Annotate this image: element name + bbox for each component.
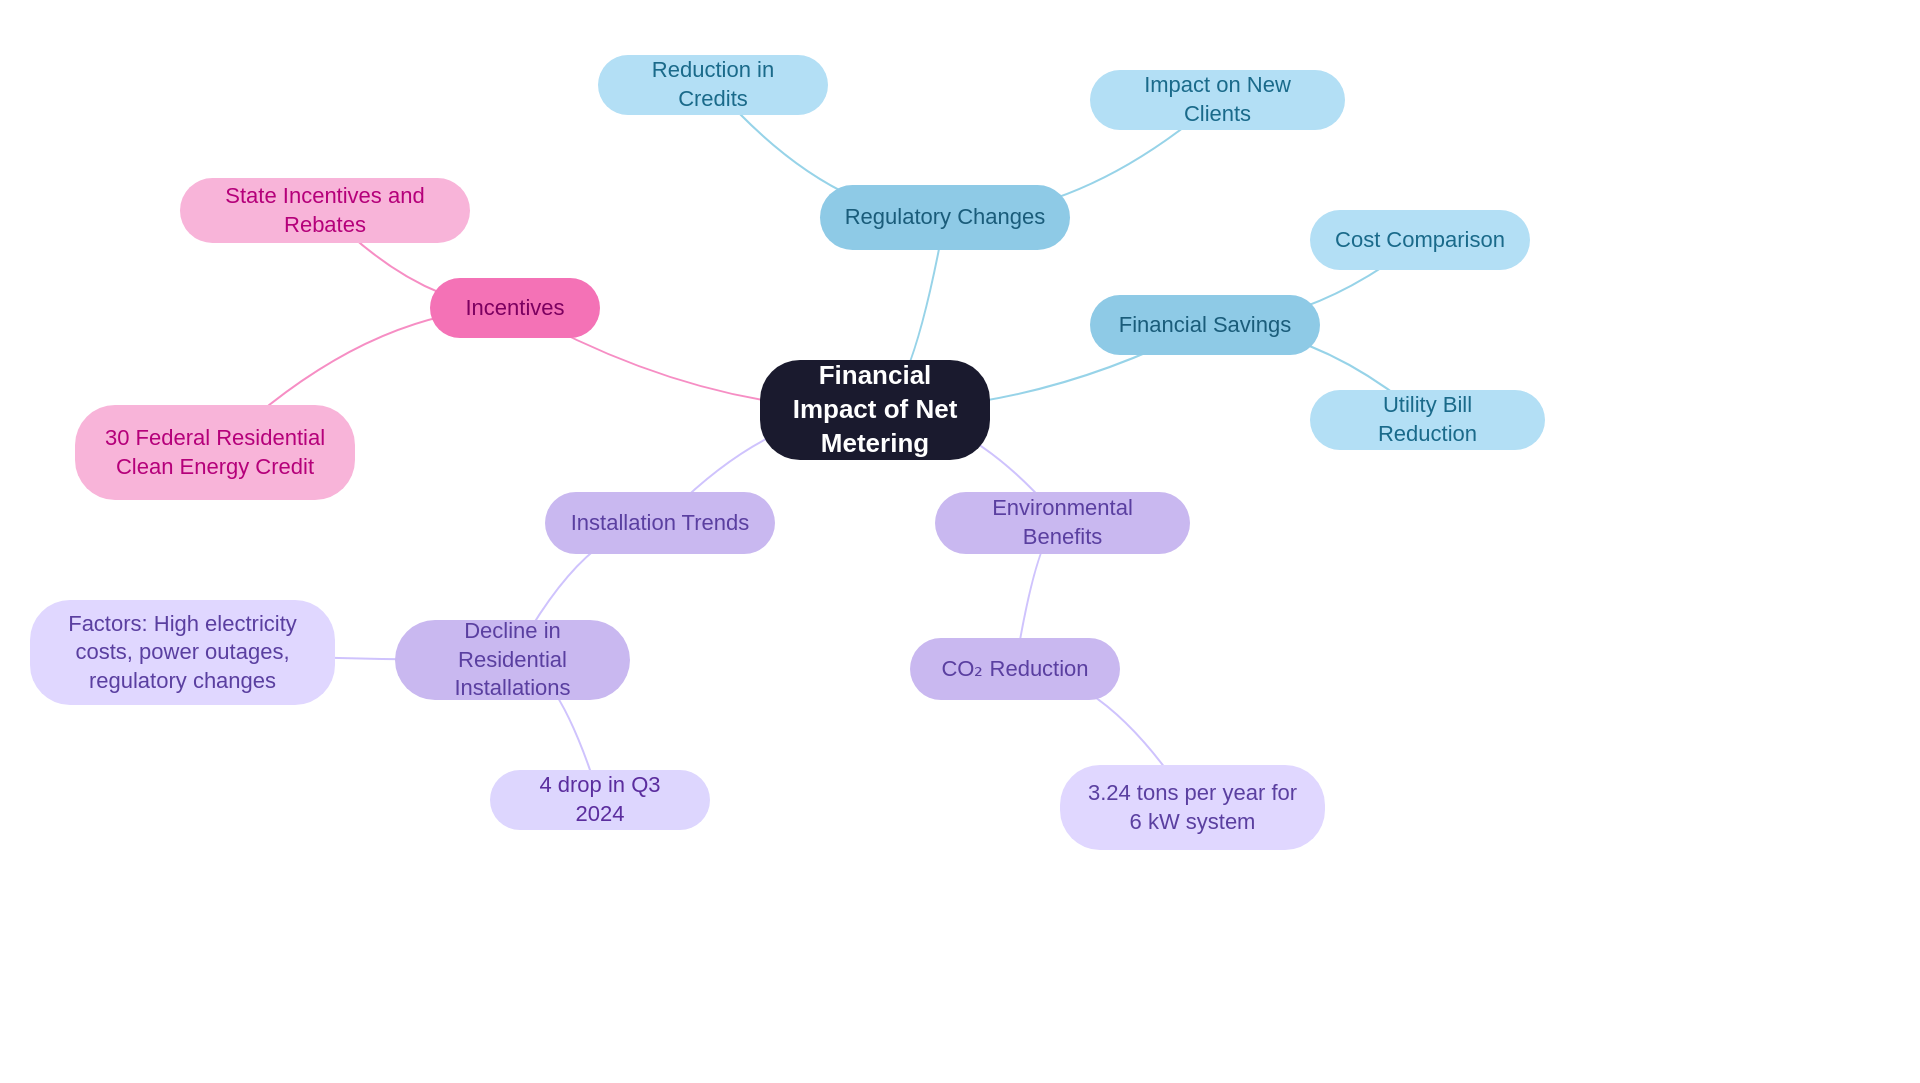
node-impact_on_new_clients[interactable]: Impact on New Clients xyxy=(1090,70,1345,130)
node-environmental_benefits[interactable]: Environmental Benefits xyxy=(935,492,1190,554)
node-drop_q3[interactable]: 4 drop in Q3 2024 xyxy=(490,770,710,830)
node-utility_bill_reduction[interactable]: Utility Bill Reduction xyxy=(1310,390,1545,450)
node-incentives[interactable]: Incentives xyxy=(430,278,600,338)
node-decline_residential[interactable]: Decline in Residential Installations xyxy=(395,620,630,700)
node-financial_savings[interactable]: Financial Savings xyxy=(1090,295,1320,355)
mindmap-container: Financial Impact of Net Metering Regulato… xyxy=(0,0,1920,1083)
node-cost_comparison[interactable]: Cost Comparison xyxy=(1310,210,1530,270)
node-center[interactable]: Financial Impact of Net Metering xyxy=(760,360,990,460)
node-federal_credit[interactable]: 30 Federal Residential Clean Energy Cred… xyxy=(75,405,355,500)
node-factors[interactable]: Factors: High electricity costs, power o… xyxy=(30,600,335,705)
node-tons_per_year[interactable]: 3.24 tons per year for 6 kW system xyxy=(1060,765,1325,850)
node-regulatory_changes[interactable]: Regulatory Changes xyxy=(820,185,1070,250)
node-co2_reduction[interactable]: CO₂ Reduction xyxy=(910,638,1120,700)
node-installation_trends[interactable]: Installation Trends xyxy=(545,492,775,554)
node-reduction_in_credits[interactable]: Reduction in Credits xyxy=(598,55,828,115)
node-state_incentives[interactable]: State Incentives and Rebates xyxy=(180,178,470,243)
